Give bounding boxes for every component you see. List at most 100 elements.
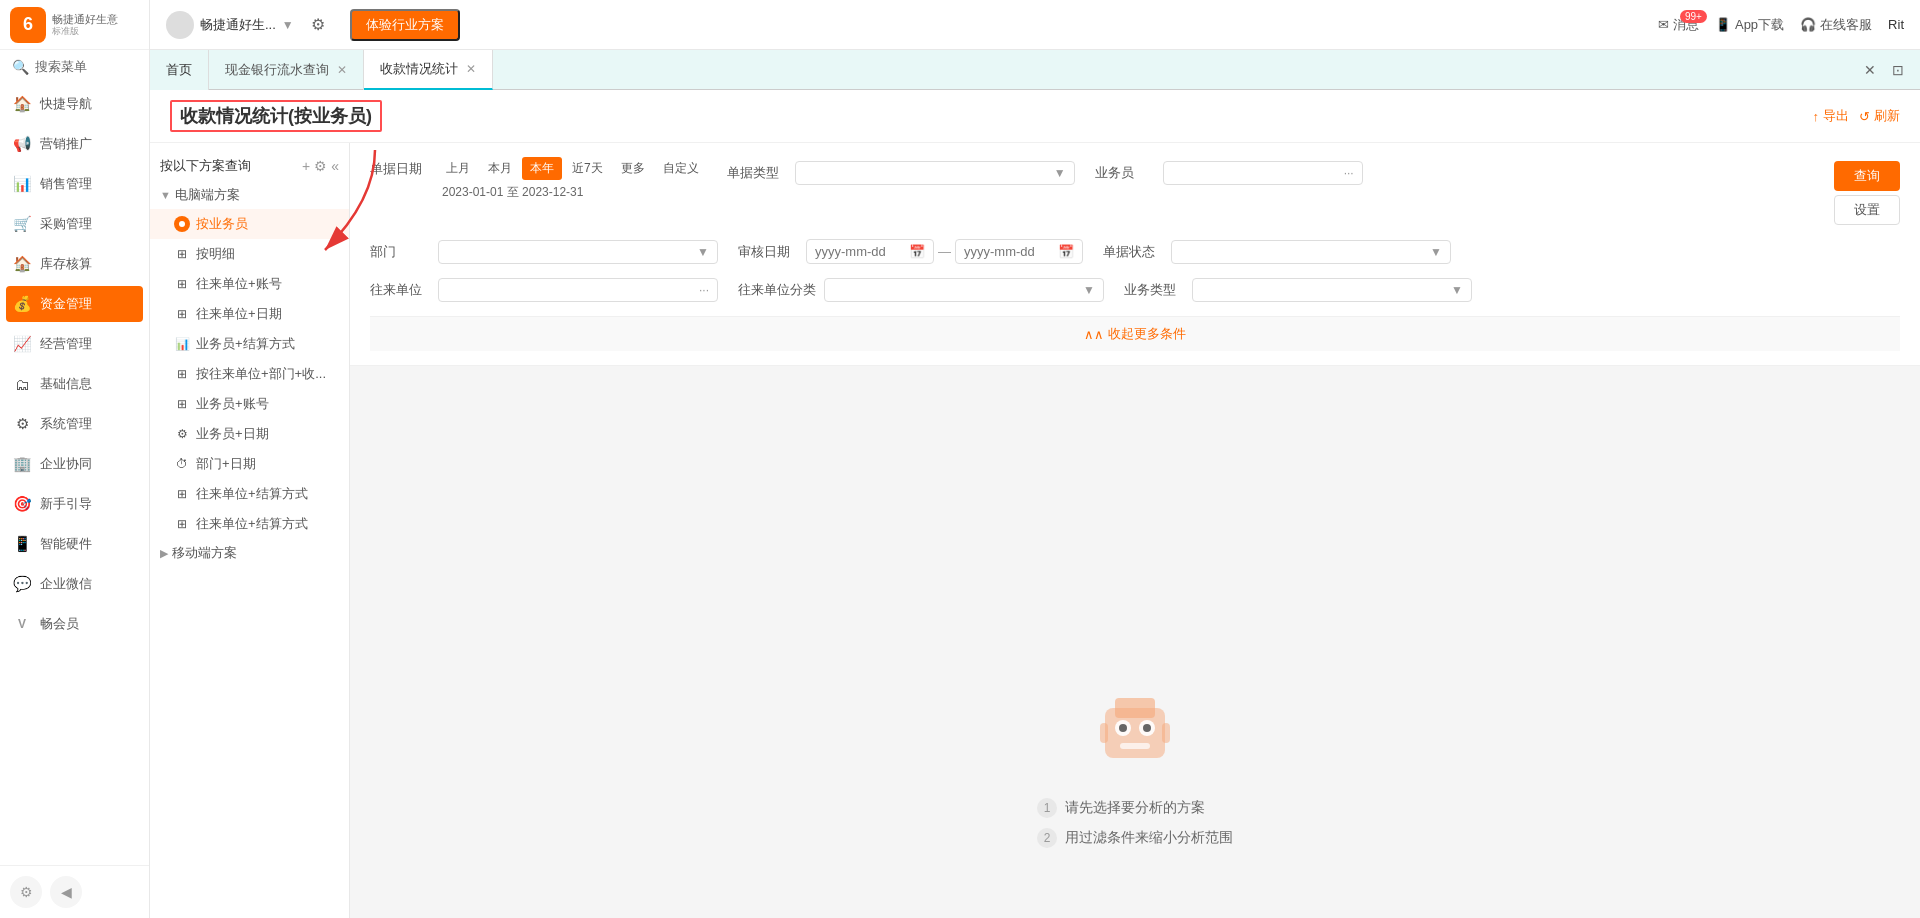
topbar-settings-icon[interactable]: ⚙ — [304, 11, 332, 39]
doc-type-label: 单据类型 — [727, 164, 787, 182]
partner-select[interactable]: ··· — [438, 278, 718, 302]
date-tab-this-year[interactable]: 本年 — [522, 157, 562, 180]
scheme-item-by-detail[interactable]: ⊞ 按明细 — [150, 239, 349, 269]
query-button[interactable]: 查询 — [1834, 161, 1900, 191]
sidebar-item-member[interactable]: V 畅会员 — [0, 604, 149, 644]
messages-button[interactable]: ✉ 消息 99+ — [1658, 16, 1699, 34]
salesman-filter: 业务员 ··· — [1095, 161, 1363, 185]
date-tab-7days[interactable]: 近7天 — [564, 157, 611, 180]
footer-settings-btn[interactable]: ⚙ — [10, 876, 42, 908]
scheme-item-partner-dept[interactable]: ⊞ 按往来单位+部门+收... — [150, 359, 349, 389]
scheme-item-salesman-settle[interactable]: 📊 业务员+结算方式 — [150, 329, 349, 359]
sidebar-item-basic[interactable]: 🗂 基础信息 — [0, 364, 149, 404]
sidebar-item-system[interactable]: ⚙ 系统管理 — [0, 404, 149, 444]
biz-type-select[interactable]: ▼ — [1192, 278, 1472, 302]
scheme-icon: ⊞ — [174, 366, 190, 382]
partner-category-select[interactable]: ▼ — [824, 278, 1104, 302]
settings-scheme-btn[interactable]: ⚙ — [314, 158, 327, 174]
trial-button[interactable]: 体验行业方案 — [350, 9, 460, 41]
partner-category-label: 往来单位分类 — [738, 281, 816, 299]
scheme-item-label: 业务员+日期 — [196, 425, 269, 443]
svg-point-4 — [1119, 724, 1127, 732]
refresh-button[interactable]: ↺ 刷新 — [1859, 107, 1900, 125]
scheme-item-partner-date[interactable]: ⊞ 往来单位+日期 — [150, 299, 349, 329]
audit-date-to[interactable]: 📅 — [955, 239, 1083, 264]
mobile-group-label: 移动端方案 — [172, 544, 237, 562]
dept-filter: 部门 ▼ — [370, 240, 718, 264]
doc-type-filter: 单据类型 ▼ — [727, 161, 1075, 185]
sidebar-item-operation[interactable]: 📈 经营管理 — [0, 324, 149, 364]
mobile-group-title[interactable]: ▶ 移动端方案 — [150, 539, 349, 567]
add-scheme-btn[interactable]: + — [302, 158, 310, 174]
sidebar-footer: ⚙ ◀ — [0, 865, 149, 918]
scheme-item-by-salesman[interactable]: 按业务员 — [150, 209, 349, 239]
scheme-item-label: 往来单位+结算方式 — [196, 485, 308, 503]
sidebar-item-wechat[interactable]: 💬 企业微信 — [0, 564, 149, 604]
tab-home[interactable]: 首页 — [150, 50, 209, 90]
date-tab-this-month[interactable]: 本月 — [480, 157, 520, 180]
salesman-select[interactable]: ··· — [1163, 161, 1363, 185]
tab-bar: 首页 现金银行流水查询 ✕ 收款情况统计 ✕ ✕ ⊡ — [150, 50, 1920, 90]
online-service-button[interactable]: 🎧 在线客服 — [1800, 16, 1872, 34]
mobile-scheme-group: ▶ 移动端方案 — [150, 539, 349, 567]
partner-more-icon: ··· — [699, 283, 709, 297]
sidebar-item-purchase[interactable]: 🛒 采购管理 — [0, 204, 149, 244]
tab-collection-label: 收款情况统计 — [380, 60, 458, 78]
desktop-group-label: 电脑端方案 — [175, 186, 240, 204]
scheme-item-salesman-date[interactable]: ⚙ 业务员+日期 — [150, 419, 349, 449]
audit-date-from[interactable]: 📅 — [806, 239, 934, 264]
sidebar-item-enterprise[interactable]: 🏢 企业协同 — [0, 444, 149, 484]
tab-collection-close[interactable]: ✕ — [466, 62, 476, 76]
tab-bank-close[interactable]: ✕ — [337, 63, 347, 77]
window-close-btn[interactable]: ✕ — [1860, 60, 1880, 80]
topbar-username: Rit — [1888, 17, 1904, 32]
collapse-filter-btn[interactable]: ∧∧ 收起更多条件 — [370, 316, 1900, 351]
scheme-item-dept-date[interactable]: ⏱ 部门+日期 — [150, 449, 349, 479]
window-maximize-btn[interactable]: ⊡ — [1888, 60, 1908, 80]
date-tab-last-month[interactable]: 上月 — [438, 157, 478, 180]
scheme-item-partner-account[interactable]: ⊞ 往来单位+账号 — [150, 269, 349, 299]
refresh-icon: ↺ — [1859, 109, 1870, 124]
audit-date-from-input[interactable] — [815, 244, 905, 259]
sidebar-search[interactable]: 🔍 搜索菜单 — [0, 50, 149, 84]
doc-status-select[interactable]: ▼ — [1171, 240, 1451, 264]
sidebar-item-inventory[interactable]: 🏠 库存核算 — [0, 244, 149, 284]
sidebar-item-newbie[interactable]: 🎯 新手引导 — [0, 484, 149, 524]
content-area: 按以下方案查询 + ⚙ « ▼ 电脑端方案 按业务员 ⊞ 按 — [150, 143, 1920, 918]
settings-button[interactable]: 设置 — [1834, 195, 1900, 225]
sidebar-item-hardware[interactable]: 📱 智能硬件 — [0, 524, 149, 564]
footer-collapse-btn[interactable]: ◀ — [50, 876, 82, 908]
biz-type-dropdown-icon: ▼ — [1451, 283, 1463, 297]
export-button[interactable]: ↑ 导出 — [1813, 107, 1850, 125]
scheme-icon: ⚙ — [174, 426, 190, 442]
scheme-item-partner-settle2[interactable]: ⊞ 往来单位+结算方式 — [150, 509, 349, 539]
placeholder-steps: 1 请先选择要分析的方案 2 用过滤条件来缩小分析范围 — [1037, 798, 1233, 858]
calendar-icon[interactable]: 📅 — [1058, 244, 1074, 259]
desktop-group-title[interactable]: ▼ 电脑端方案 — [150, 181, 349, 209]
sidebar-item-finance[interactable]: 💰 资金管理 — [6, 286, 143, 322]
doc-type-dropdown-icon: ▼ — [1054, 166, 1066, 180]
sidebar-logo: 6 畅捷通好生意 标准版 — [0, 0, 149, 50]
collapse-scheme-btn[interactable]: « — [331, 158, 339, 174]
tab-bank[interactable]: 现金银行流水查询 ✕ — [209, 50, 364, 90]
dept-select[interactable]: ▼ — [438, 240, 718, 264]
sidebar-item-sales[interactable]: 📊 销售管理 — [0, 164, 149, 204]
audit-date-to-input[interactable] — [964, 244, 1054, 259]
right-panel: 单据日期 上月 本月 本年 近7天 更多 自定义 2023-01-0 — [350, 143, 1920, 918]
step-1-text: 请先选择要分析的方案 — [1065, 799, 1205, 817]
tab-collection[interactable]: 收款情况统计 ✕ — [364, 50, 493, 90]
doc-status-filter: 单据状态 ▼ — [1103, 240, 1451, 264]
scheme-item-label: 按明细 — [196, 245, 235, 263]
sidebar-item-marketing[interactable]: 📢 营销推广 — [0, 124, 149, 164]
calendar-icon[interactable]: 📅 — [909, 244, 925, 259]
date-tab-more[interactable]: 更多 — [613, 157, 653, 180]
app-download-button[interactable]: 📱 App下载 — [1715, 16, 1784, 34]
page-header: 收款情况统计(按业务员) ↑ 导出 ↺ 刷新 — [150, 90, 1920, 143]
sidebar-item-quicknav[interactable]: 🏠 快捷导航 — [0, 84, 149, 124]
date-tab-custom[interactable]: 自定义 — [655, 157, 707, 180]
topbar-dropdown-icon[interactable]: ▼ — [282, 18, 294, 32]
scheme-item-partner-settle1[interactable]: ⊞ 往来单位+结算方式 — [150, 479, 349, 509]
scheme-item-salesman-account[interactable]: ⊞ 业务员+账号 — [150, 389, 349, 419]
doc-type-select[interactable]: ▼ — [795, 161, 1075, 185]
svg-point-5 — [1143, 724, 1151, 732]
